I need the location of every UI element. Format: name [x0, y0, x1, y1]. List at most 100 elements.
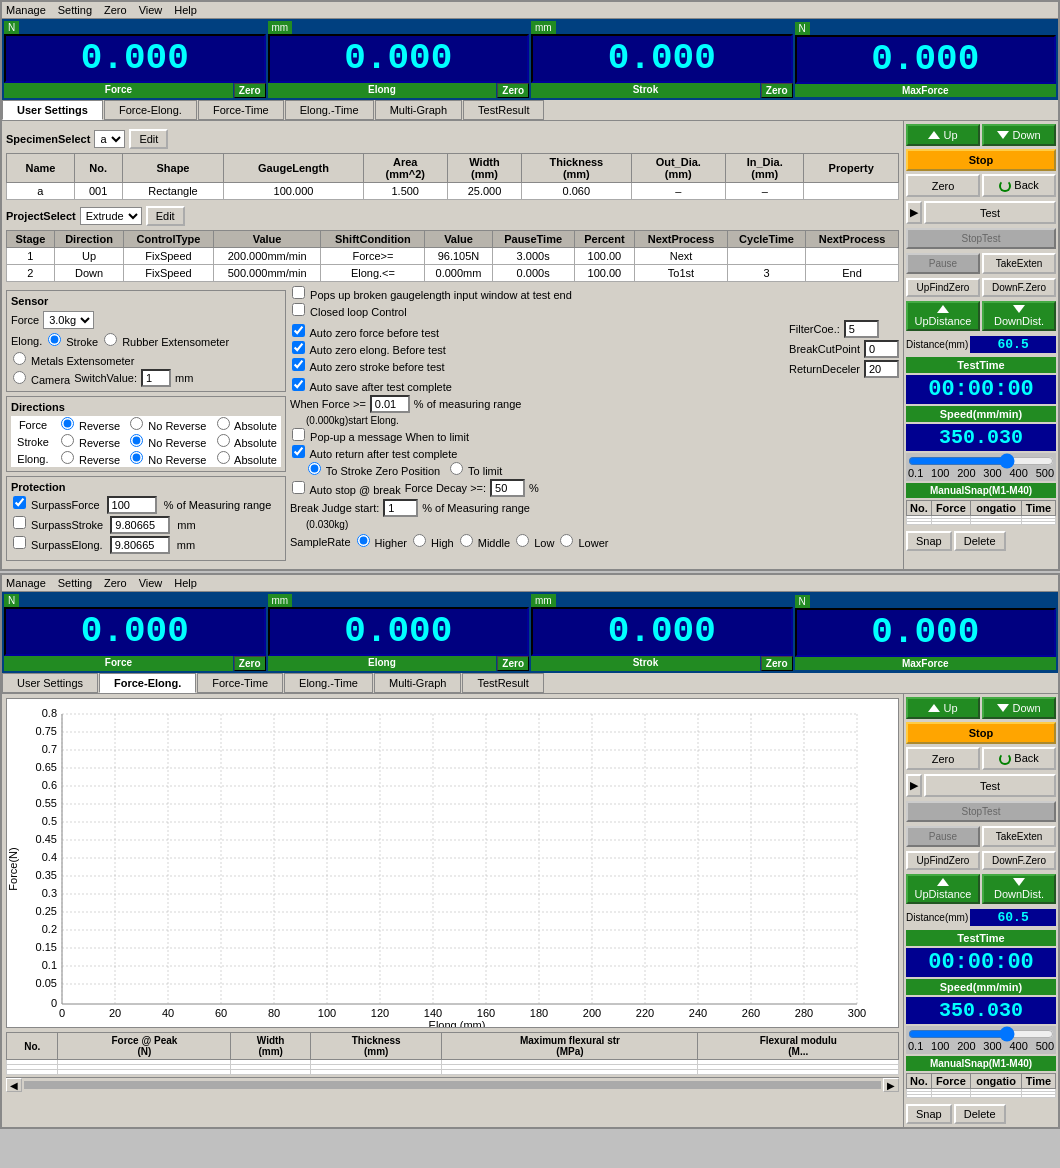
zero-btn[interactable]: Zero	[906, 174, 980, 197]
delete-btn[interactable]: Delete	[954, 531, 1006, 551]
switch-value-input[interactable]	[141, 369, 171, 387]
snap-btn-b[interactable]: Snap	[906, 1104, 952, 1124]
sample-high-radio[interactable]	[413, 534, 426, 547]
updistance-btn-b[interactable]: UpDistance	[906, 874, 980, 904]
elong-reverse-radio[interactable]	[61, 451, 74, 464]
stop-btn-b[interactable]: Stop	[906, 722, 1056, 744]
menu-help[interactable]: Help	[174, 4, 197, 16]
menu-manage[interactable]: Manage	[6, 4, 46, 16]
tab-test-result-b[interactable]: TestResult	[462, 673, 543, 693]
stroke-noreverse-radio[interactable]	[130, 434, 143, 447]
surpass-force-check[interactable]	[13, 496, 26, 509]
downdist-btn-b[interactable]: DownDist.	[982, 874, 1056, 904]
pops-broken-check[interactable]	[292, 286, 305, 299]
popup-message-check[interactable]	[292, 428, 305, 441]
tab-user-settings[interactable]: User Settings	[2, 100, 103, 120]
auto-zero-elong-check[interactable]	[292, 341, 305, 354]
elong-zero-btn-b[interactable]: Zero	[497, 656, 529, 671]
surpass-elong-check[interactable]	[13, 536, 26, 549]
closed-loop-check[interactable]	[292, 303, 305, 316]
break-judge-input[interactable]	[383, 499, 418, 517]
downf-zero-btn-b[interactable]: DownF.Zero	[982, 851, 1056, 870]
tab-force-time[interactable]: Force-Time	[198, 100, 284, 120]
back-btn[interactable]: Back	[982, 174, 1056, 197]
tab-elong-time-b[interactable]: Elong.-Time	[284, 673, 373, 693]
when-force-input[interactable]	[370, 395, 410, 413]
snap-btn[interactable]: Snap	[906, 531, 952, 551]
down-btn-b[interactable]: Down	[982, 697, 1056, 719]
up-btn-b[interactable]: Up	[906, 697, 980, 719]
sample-middle-radio[interactable]	[460, 534, 473, 547]
force-reverse-radio[interactable]	[61, 417, 74, 430]
force-sensor-select[interactable]: 3.0kg	[43, 311, 94, 329]
surpass-elong-input[interactable]	[110, 536, 170, 554]
project-edit-btn[interactable]: Edit	[146, 206, 185, 226]
force-zero-btn[interactable]: Zero	[234, 83, 266, 98]
elong-zero-btn[interactable]: Zero	[497, 83, 529, 98]
tab-multi-graph-b[interactable]: Multi-Graph	[374, 673, 461, 693]
updistance-btn[interactable]: UpDistance	[906, 301, 980, 331]
speed-slider[interactable]	[908, 457, 1054, 465]
up-btn[interactable]: Up	[906, 124, 980, 146]
menu-zero-b[interactable]: Zero	[104, 577, 127, 589]
menu-view[interactable]: View	[139, 4, 163, 16]
auto-save-check[interactable]	[292, 378, 305, 391]
strok-zero-btn[interactable]: Zero	[761, 83, 793, 98]
auto-return-check[interactable]	[292, 445, 305, 458]
stroke-radio[interactable]	[48, 333, 61, 346]
elong-absolute-radio[interactable]	[217, 451, 230, 464]
downf-zero-btn[interactable]: DownF.Zero	[982, 278, 1056, 297]
tab-test-result[interactable]: TestResult	[463, 100, 544, 120]
delete-btn-b[interactable]: Delete	[954, 1104, 1006, 1124]
menu-setting-b[interactable]: Setting	[58, 577, 92, 589]
menu-help-b[interactable]: Help	[174, 577, 197, 589]
stroke-reverse-radio[interactable]	[61, 434, 74, 447]
upfind-zero-btn[interactable]: UpFindZero	[906, 278, 980, 297]
stroke-absolute-radio[interactable]	[217, 434, 230, 447]
force-absolute-radio[interactable]	[217, 417, 230, 430]
down-btn[interactable]: Down	[982, 124, 1056, 146]
tab-force-time-b[interactable]: Force-Time	[197, 673, 283, 693]
menu-manage-b[interactable]: Manage	[6, 577, 46, 589]
zero-btn-b[interactable]: Zero	[906, 747, 980, 770]
surpass-stroke-input[interactable]	[110, 516, 170, 534]
speed-slider-b[interactable]	[908, 1030, 1054, 1038]
sample-higher-radio[interactable]	[357, 534, 370, 547]
test-btn-b[interactable]: Test	[924, 774, 1056, 797]
tab-force-elong[interactable]: Force-Elong.	[104, 100, 197, 120]
auto-zero-stroke-check[interactable]	[292, 358, 305, 371]
tab-multi-graph[interactable]: Multi-Graph	[375, 100, 462, 120]
take-exten-btn[interactable]: TakeExten	[982, 253, 1056, 274]
elong-noreverse-radio[interactable]	[130, 451, 143, 464]
sample-lower-radio[interactable]	[560, 534, 573, 547]
upfind-zero-btn-b[interactable]: UpFindZero	[906, 851, 980, 870]
test-btn[interactable]: Test	[924, 201, 1056, 224]
strok-zero-btn-b[interactable]: Zero	[761, 656, 793, 671]
surpass-stroke-check[interactable]	[13, 516, 26, 529]
force-noreverse-radio[interactable]	[130, 417, 143, 430]
play-btn[interactable]: ▶	[906, 201, 922, 224]
return-deceler-input[interactable]	[864, 360, 899, 378]
back-btn-b[interactable]: Back	[982, 747, 1056, 770]
specimen-edit-btn[interactable]: Edit	[129, 129, 168, 149]
camera-radio[interactable]	[13, 371, 26, 384]
sample-low-radio[interactable]	[516, 534, 529, 547]
force-zero-btn-b[interactable]: Zero	[234, 656, 266, 671]
tab-force-elong-b[interactable]: Force-Elong.	[99, 673, 196, 693]
break-cut-input[interactable]	[864, 340, 899, 358]
filter-coe-input[interactable]	[844, 320, 879, 338]
menu-setting[interactable]: Setting	[58, 4, 92, 16]
scroll-left-btn[interactable]: ◀	[6, 1078, 22, 1092]
auto-stop-check[interactable]	[292, 481, 305, 494]
force-decay-input[interactable]	[490, 479, 525, 497]
stop-btn[interactable]: Stop	[906, 149, 1056, 171]
return-stroke-zero-radio[interactable]	[308, 462, 321, 475]
rubber-ext-radio[interactable]	[104, 333, 117, 346]
menu-view-b[interactable]: View	[139, 577, 163, 589]
downdist-btn[interactable]: DownDist.	[982, 301, 1056, 331]
metals-ext-radio[interactable]	[13, 352, 26, 365]
return-to-limit-radio[interactable]	[450, 462, 463, 475]
take-exten-btn-b[interactable]: TakeExten	[982, 826, 1056, 847]
scrollbar-bottom[interactable]: ◀ ▶	[6, 1077, 899, 1091]
play-btn-b[interactable]: ▶	[906, 774, 922, 797]
